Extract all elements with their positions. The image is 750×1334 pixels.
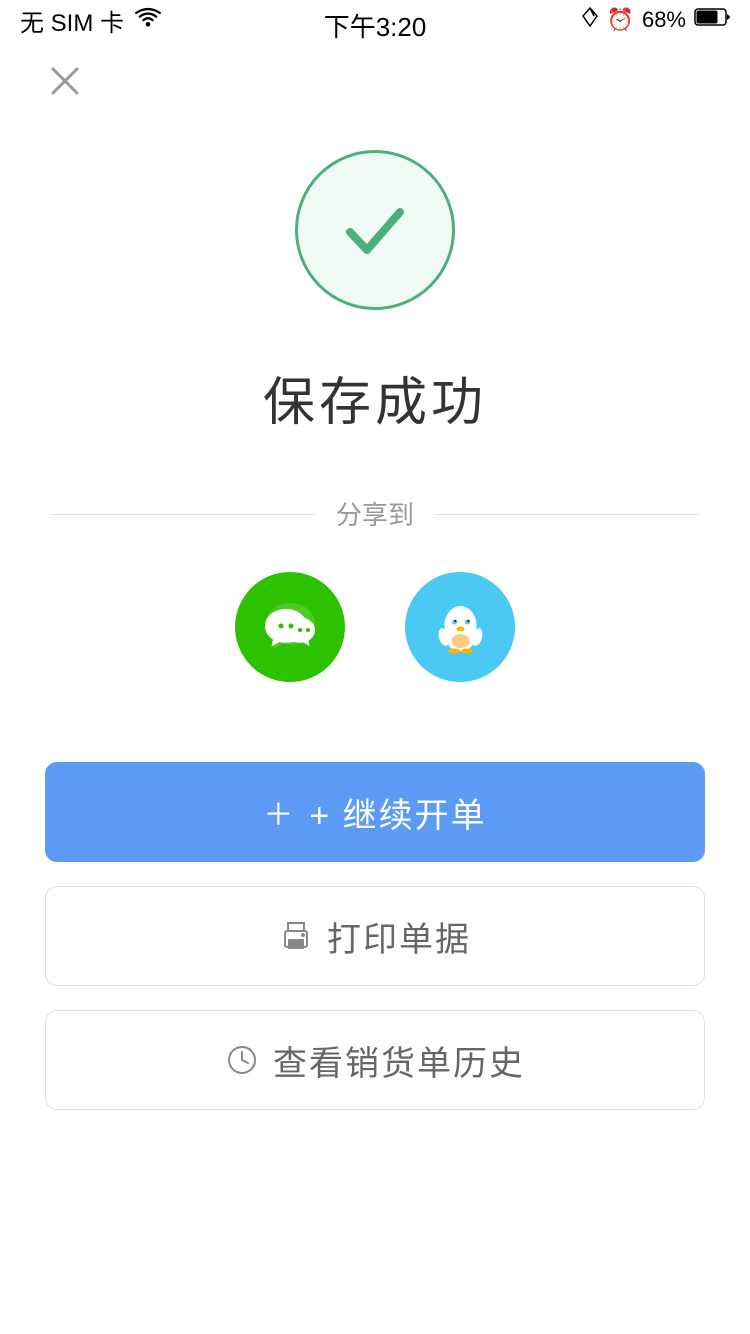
share-section: 分享到: [0, 495, 750, 682]
alarm-icon: ⏰: [607, 7, 634, 33]
checkmark-icon: [335, 190, 415, 270]
clock-icon: [225, 1043, 259, 1077]
print-button[interactable]: 打印单据: [45, 886, 705, 986]
share-icons: [235, 572, 515, 682]
wechat-share-button[interactable]: [235, 572, 345, 682]
plus-icon: ＋: [263, 790, 295, 834]
share-label: 分享到: [316, 495, 434, 532]
qq-share-button[interactable]: [405, 572, 515, 682]
success-title: 保存成功: [263, 360, 487, 435]
location-icon: [581, 6, 599, 34]
wifi-icon: [134, 6, 162, 34]
success-circle: [295, 150, 455, 310]
print-label: 打印单据: [327, 912, 471, 961]
qq-icon: [428, 595, 493, 660]
close-button[interactable]: [40, 56, 90, 106]
continue-button[interactable]: ＋ + 继续开单: [45, 762, 705, 862]
battery-text: 68%: [642, 7, 686, 33]
printer-icon: [279, 919, 313, 953]
status-right: ⏰ 68%: [581, 6, 730, 34]
action-buttons: ＋ + 继续开单 打印单据 查看销货单历史: [45, 762, 705, 1110]
history-label: 查看销货单历史: [273, 1036, 525, 1085]
status-time: 下午3:20: [324, 7, 427, 44]
status-left: 无 SIM 卡: [20, 3, 162, 38]
main-content: 保存成功 分享到: [0, 40, 750, 1110]
battery-icon: [694, 7, 730, 33]
continue-label: + 继续开单: [309, 788, 486, 837]
no-sim-text: 无 SIM 卡: [20, 3, 124, 38]
wechat-icon: [258, 595, 323, 660]
share-divider: 分享到: [0, 495, 750, 532]
history-button[interactable]: 查看销货单历史: [45, 1010, 705, 1110]
status-bar: 无 SIM 卡 下午3:20 ⏰ 68%: [0, 0, 750, 40]
